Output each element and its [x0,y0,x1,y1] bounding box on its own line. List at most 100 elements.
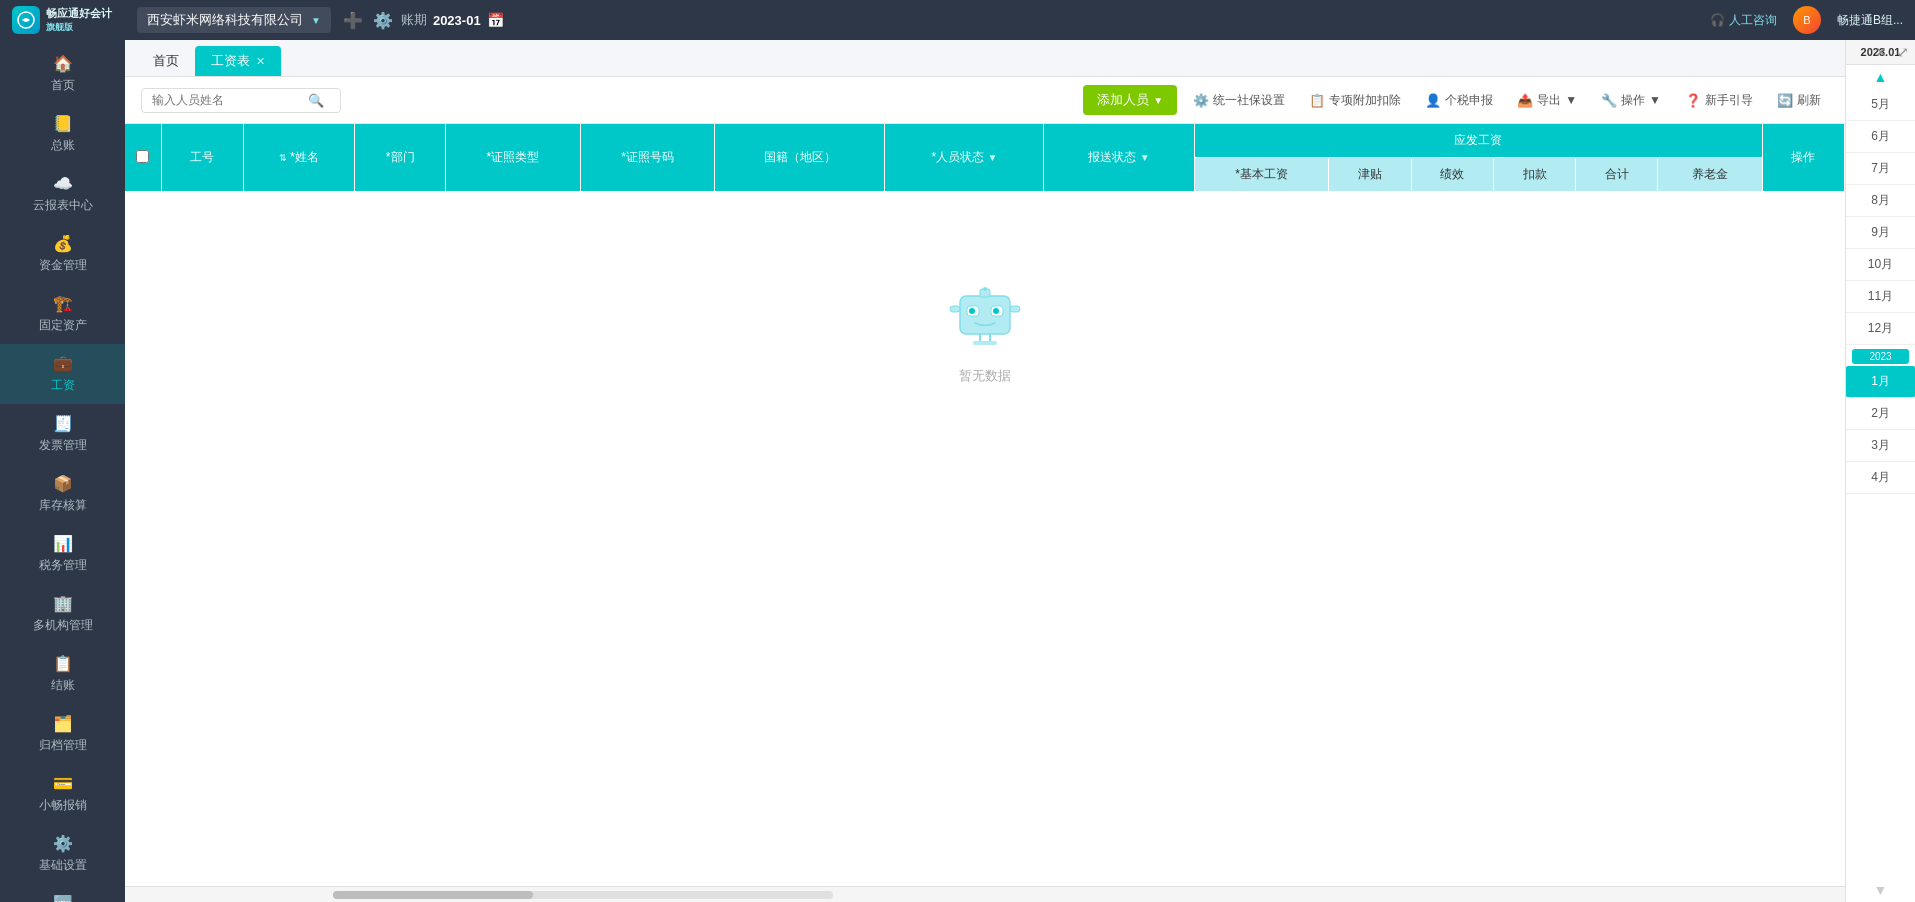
sidebar-label-cloud-report: 云报表中心 [33,197,93,214]
sidebar-item-invoice[interactable]: 🧾 发票管理 [0,404,125,464]
horizontal-scroll-thumb[interactable] [333,891,533,899]
logo-icon [12,6,40,34]
refresh-icon: 🔄 [1777,93,1793,108]
report-status-filter-icon[interactable]: ▼ [1140,152,1150,163]
period-month-2022-09[interactable]: 9月 [1846,217,1915,249]
multi-org-icon: 🏢 [53,594,73,613]
sidebar-label-close-accounts: 结账 [51,677,75,694]
tab-home[interactable]: 首页 [137,46,195,76]
period-month-2022-05[interactable]: 5月 [1846,89,1915,121]
svg-point-7 [983,287,987,291]
sidebar-item-basic-settings[interactable]: ⚙️ 基础设置 [0,824,125,884]
new-guide-toolbar-icon: ❓ [1685,93,1701,108]
period-value: 2023-01 [433,13,481,28]
search-input[interactable] [152,93,302,107]
close-panel-button[interactable]: ✕ [1871,42,1891,62]
logo-name: 畅应通好会计 [46,6,112,21]
period-month-2023-02[interactable]: 2月 [1846,398,1915,430]
sidebar-item-multi-org[interactable]: 🏢 多机构管理 [0,584,125,644]
export-action[interactable]: 📤 导出 ▼ [1509,88,1585,113]
period-month-2022-11[interactable]: 11月 [1846,281,1915,313]
period-month-2022-06[interactable]: 6月 [1846,121,1915,153]
sidebar-label-archive: 归档管理 [39,737,87,754]
period-month-2022-07[interactable]: 7月 [1846,153,1915,185]
th-total: 合计 [1576,158,1658,192]
sidebar-item-ledger[interactable]: 📒 总账 [0,104,125,164]
export-icon: 📤 [1517,93,1533,108]
settings-button[interactable]: ⚙️ [373,11,393,30]
sidebar-item-close-accounts[interactable]: 📋 结账 [0,644,125,704]
period-month-2023-01[interactable]: 1月 [1846,366,1915,398]
sidebar-item-inventory[interactable]: 📦 库存核算 [0,464,125,524]
logo-edition: 旗舰版 [46,21,112,34]
th-nationality: 国籍（地区） [715,124,885,191]
tab-salary-table[interactable]: 工资表 ✕ [195,46,281,76]
th-operations: 操作 [1762,124,1844,191]
period-scroll-area: 5月 6月 7月 8月 9月 10月 11月 12月 2023 1月 2月 3月… [1846,89,1915,878]
sidebar-label-salary: 工资 [51,377,75,394]
sidebar-item-fund[interactable]: 💰 资金管理 [0,224,125,284]
sidebar-label-home: 首页 [51,77,75,94]
th-emp-no: 工号 [161,124,243,191]
personal-tax-action[interactable]: 👤 个税申报 [1417,88,1501,113]
sidebar-label-inventory: 库存核算 [39,497,87,514]
period-month-2022-12[interactable]: 12月 [1846,313,1915,345]
period-nav-down[interactable]: ▼ [1846,878,1915,902]
refresh-action[interactable]: 🔄 刷新 [1769,88,1829,113]
table-wrap: 工号 ⇅ *姓名 *部门 *证照类型 *证照号码 国籍（地区） *人员状态 ▼ … [125,124,1845,886]
sidebar-label-assets: 固定资产 [39,317,87,334]
sidebar: 🏠 首页 📒 总账 ☁️ 云报表中心 💰 资金管理 🏗️ 固定资产 💼 工资 🧾… [0,40,125,902]
avatar-text: B [1803,14,1810,26]
operations-action[interactable]: 🔧 操作 ▼ [1593,88,1669,113]
salary-icon: 💼 [53,354,73,373]
sidebar-item-assets[interactable]: 🏗️ 固定资产 [0,284,125,344]
refresh-label: 刷新 [1797,92,1821,109]
sidebar-item-salary[interactable]: 💼 工资 [0,344,125,404]
sidebar-item-archive[interactable]: 🗂️ 归档管理 [0,704,125,764]
sidebar-item-expense[interactable]: 💳 小畅报销 [0,764,125,824]
social-security-action[interactable]: ⚙️ 统一社保设置 [1185,88,1293,113]
expand-panel-button[interactable]: ⤢ [1893,42,1913,62]
sidebar-item-new-guide[interactable]: 🆕 新手引导 [0,884,125,902]
period-month-2023-04[interactable]: 4月 [1846,462,1915,494]
content-area: 首页 工资表 ✕ 🔍 添加人员 ▼ ⚙️ 统一社保设置 📋 [125,40,1845,902]
expense-icon: 💳 [53,774,73,793]
empty-state-cell: 暂无数据 [125,191,1845,465]
ledger-icon: 📒 [53,114,73,133]
export-label: 导出 [1537,92,1561,109]
logo-text-area: 畅应通好会计 旗舰版 [46,6,112,34]
add-person-label: 添加人员 [1097,91,1149,109]
tab-close-salary[interactable]: ✕ [256,55,265,68]
horizontal-scroll-track[interactable] [333,891,833,899]
person-status-filter-icon[interactable]: ▼ [987,152,997,163]
period-month-2023-03[interactable]: 3月 [1846,430,1915,462]
empty-state-icon [945,271,1025,351]
sidebar-item-cloud-report[interactable]: ☁️ 云报表中心 [0,164,125,224]
special-deduct-action[interactable]: 📋 专项附加扣除 [1301,88,1409,113]
period-panel: 2023.01 ✕ ⤢ ▲ 5月 6月 7月 8月 9月 10月 11月 12月… [1845,40,1915,902]
sidebar-item-home[interactable]: 🏠 首页 [0,44,125,104]
th-checkbox[interactable] [125,124,161,191]
sidebar-item-tax[interactable]: 📊 税务管理 [0,524,125,584]
period-calendar-icon[interactable]: 📅 [487,12,504,28]
logo-area: 畅应通好会计 旗舰版 [12,6,137,34]
period-nav-up[interactable]: ▲ [1846,65,1915,89]
add-person-button[interactable]: 添加人员 ▼ [1083,85,1177,115]
assets-icon: 🏗️ [53,294,73,313]
svg-rect-9 [1010,306,1020,312]
th-pension: 养老金 [1658,158,1762,192]
empty-state-text: 暂无数据 [959,367,1011,385]
period-month-2022-10[interactable]: 10月 [1846,249,1915,281]
empty-state-row: 暂无数据 [125,191,1845,465]
human-service-button[interactable]: 🎧 人工咨询 [1710,12,1777,29]
select-all-checkbox[interactable] [136,150,149,163]
period-month-2022-08[interactable]: 8月 [1846,185,1915,217]
add-company-button[interactable]: ➕ [343,11,363,30]
company-name: 西安虾米网络科技有限公司 [147,11,303,29]
th-report-status: 报送状态 ▼ [1044,124,1194,191]
company-selector[interactable]: 西安虾米网络科技有限公司 ▼ [137,7,331,33]
svg-point-5 [993,308,999,314]
tab-salary-table-label: 工资表 [211,52,250,70]
new-guide-action[interactable]: ❓ 新手引导 [1677,88,1761,113]
user-avatar[interactable]: B [1793,6,1821,34]
